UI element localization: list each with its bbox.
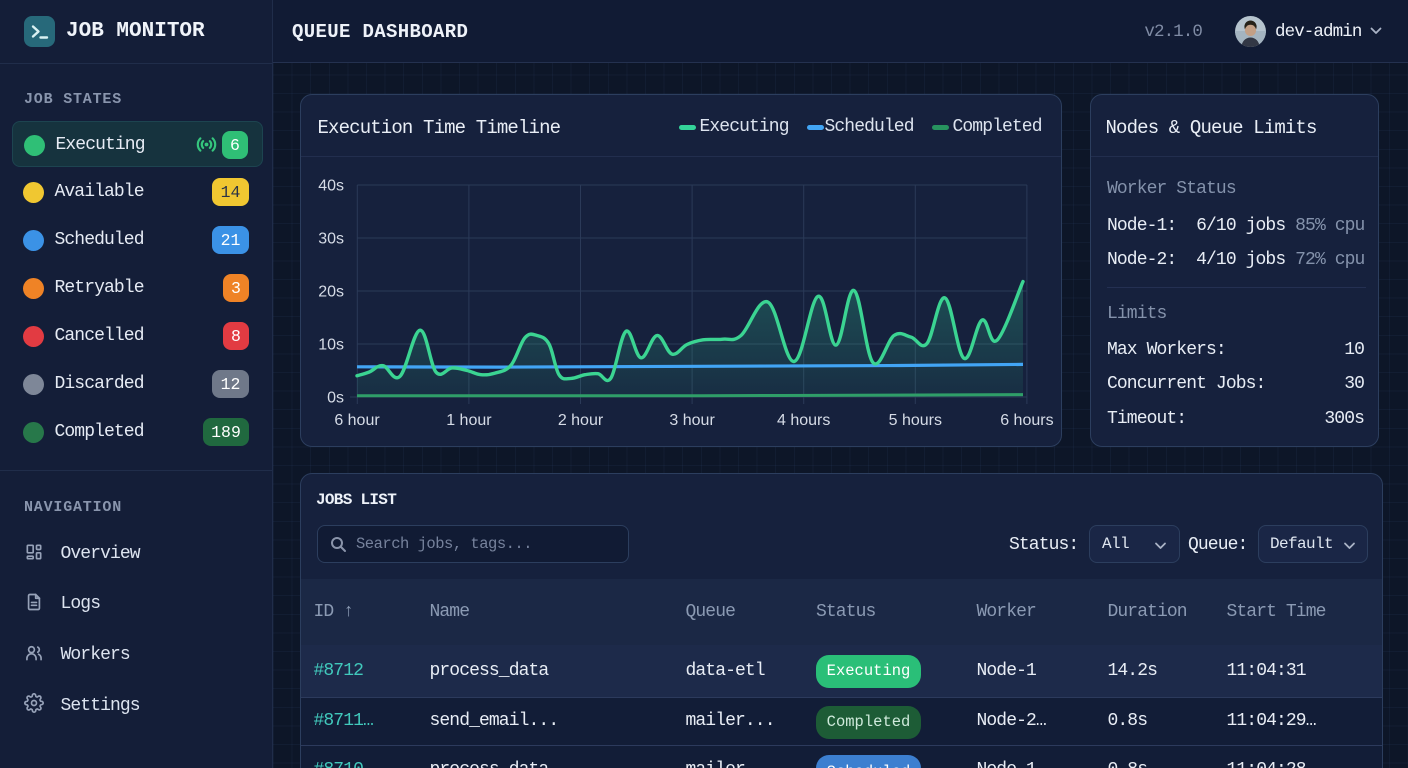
svg-text:10s: 10s bbox=[318, 337, 344, 354]
svg-text:4 hours: 4 hours bbox=[777, 412, 830, 429]
svg-text:2 hour: 2 hour bbox=[558, 412, 604, 429]
svg-text:0s: 0s bbox=[327, 390, 344, 407]
svg-text:1 hour: 1 hour bbox=[446, 412, 492, 429]
svg-text:6 hours: 6 hours bbox=[1000, 412, 1053, 429]
svg-text:3 hour: 3 hour bbox=[669, 412, 715, 429]
svg-text:5 hours: 5 hours bbox=[889, 412, 942, 429]
svg-text:6 hour: 6 hour bbox=[334, 412, 380, 429]
svg-text:20s: 20s bbox=[318, 284, 344, 301]
svg-text:40s: 40s bbox=[318, 178, 344, 195]
svg-text:30s: 30s bbox=[318, 231, 344, 248]
